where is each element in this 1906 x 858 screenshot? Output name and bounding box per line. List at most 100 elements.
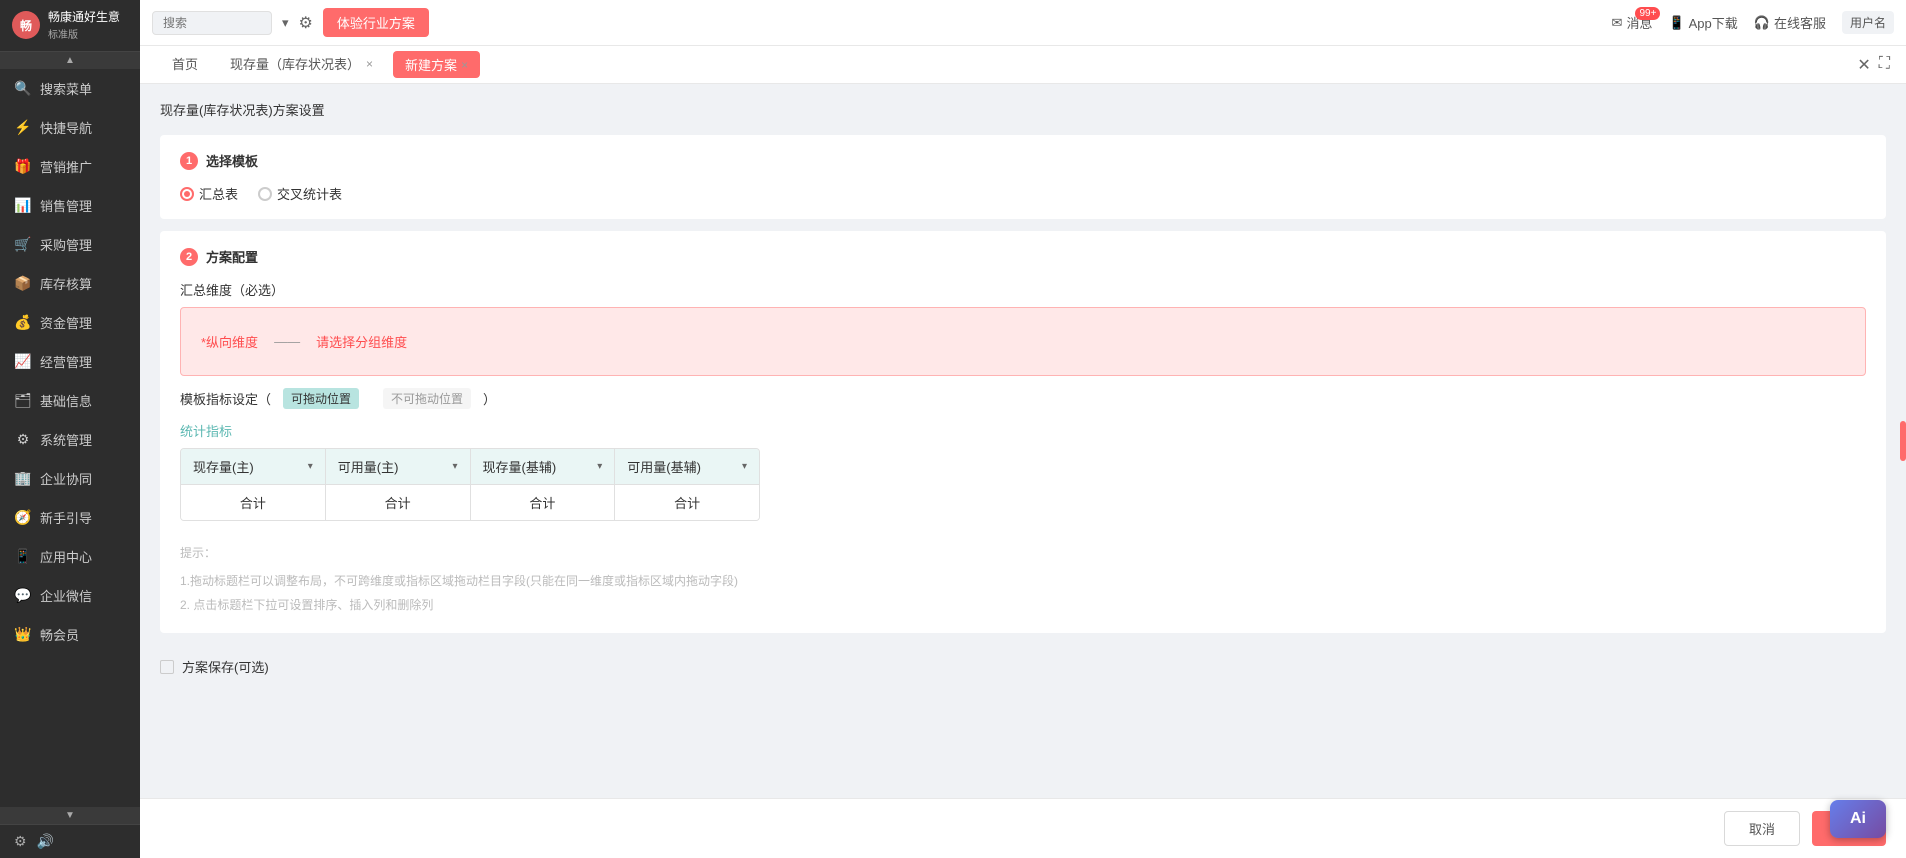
- sidebar-item-member[interactable]: 👑 畅会员: [0, 615, 140, 654]
- stats-col-1-header[interactable]: 现存量(主) ▾: [181, 449, 326, 484]
- service-icon: 🎧: [1754, 15, 1770, 31]
- sidebar-item-sys-mgmt[interactable]: ⚙ 系统管理: [0, 420, 140, 459]
- sidebar-item-quick-nav[interactable]: ⚡ 快捷导航: [0, 108, 140, 147]
- sidebar-logo: 畅 畅康通好生意 标准版: [0, 0, 140, 52]
- tab-inventory-close-icon[interactable]: ×: [366, 57, 373, 71]
- service-btn[interactable]: 🎧 在线客服: [1754, 13, 1826, 32]
- topbar: ▾ ⚙ 体验行业方案 ✉ 消息 99+ 📱 App下载 🎧 在线客服 用户名: [140, 0, 1906, 46]
- user-profile[interactable]: 用户名: [1842, 11, 1894, 34]
- sidebar-item-label: 系统管理: [40, 430, 92, 449]
- settings-icon[interactable]: ⚙: [14, 833, 27, 850]
- enterprise-icon: 🏢: [14, 469, 32, 487]
- radio-summary[interactable]: 汇总表: [180, 184, 238, 203]
- tab-home-label: 首页: [172, 54, 198, 73]
- tips-section: 提示： 1.拖动标题栏可以调整布局，不可跨维度或指标区域拖动栏目字段(只能在同一…: [180, 541, 1866, 617]
- tabs-close-icon[interactable]: ✕: [1857, 55, 1870, 75]
- sidebar-item-enterprise[interactable]: 🏢 企业协同: [0, 459, 140, 498]
- ai-button[interactable]: Ai: [1830, 800, 1886, 838]
- indicator-settings-row: 模板指标设定（ 可拖动位置 不可拖动位置 ）: [180, 388, 1866, 409]
- stats-cell-1-4: 合计: [615, 485, 759, 520]
- sidebar-item-label: 快捷导航: [40, 118, 92, 137]
- sidebar-item-wechat[interactable]: 💬 企业微信: [0, 576, 140, 615]
- stats-col-2-label: 可用量(主): [338, 457, 399, 476]
- app-center-icon: 📱: [14, 547, 32, 565]
- section-1: 1 选择模板 汇总表 交叉统计表: [160, 135, 1886, 219]
- operation-icon: 📈: [14, 352, 32, 370]
- stats-col-3-label: 现存量(基辅): [483, 457, 557, 476]
- app-download-btn[interactable]: 📱 App下载: [1668, 13, 1737, 32]
- sidebar-scroll-up[interactable]: ▲: [0, 52, 140, 69]
- tab-new-plan[interactable]: 新建方案 ×: [393, 51, 480, 78]
- page-title: 现存量(库存状况表)方案设置: [160, 100, 1886, 119]
- tip-1: 1.拖动标题栏可以调整布局，不可跨维度或指标区域拖动栏目字段(只能在同一维度或指…: [180, 569, 1866, 593]
- gear-icon[interactable]: ⚙: [299, 13, 313, 33]
- stats-col-2-header[interactable]: 可用量(主) ▾: [326, 449, 471, 484]
- tab-bar: 首页 现存量（库存状况表） × 新建方案 × ✕ ⛶: [140, 46, 1906, 84]
- tip-2: 2. 点击标题栏下拉可设置排序、插入列和删除列: [180, 593, 1866, 617]
- sidebar-item-operation[interactable]: 📈 经营管理: [0, 342, 140, 381]
- dropdown-icon[interactable]: ▾: [282, 15, 289, 31]
- stats-header-row: 现存量(主) ▾ 可用量(主) ▾ 现存量(基辅) ▾: [181, 449, 759, 484]
- sidebar-item-label: 搜索菜单: [40, 79, 92, 98]
- radio-cross[interactable]: 交叉统计表: [258, 184, 342, 203]
- sidebar: 畅 畅康通好生意 标准版 ▲ 🔍 搜索菜单 ⚡ 快捷导航 🎁 营销推广 📊 销售…: [0, 0, 140, 858]
- stats-table: 现存量(主) ▾ 可用量(主) ▾ 现存量(基辅) ▾: [180, 448, 760, 521]
- sidebar-item-sales[interactable]: 📊 销售管理: [0, 186, 140, 225]
- section-2-header: 2 方案配置: [180, 247, 1866, 266]
- radio-cross-dot: [258, 187, 272, 201]
- sidebar-item-purchase[interactable]: 🛒 采购管理: [0, 225, 140, 264]
- save-checkbox[interactable]: [160, 660, 174, 674]
- sidebar-item-newbie[interactable]: 🧭 新手引导: [0, 498, 140, 537]
- search-menu-icon: 🔍: [14, 79, 32, 97]
- sidebar-item-label: 畅会员: [40, 625, 79, 644]
- trial-btn[interactable]: 体验行业方案: [323, 8, 429, 37]
- col-1-chevron-icon: ▾: [308, 461, 313, 472]
- sidebar-item-basic-info[interactable]: 🗂 基础信息: [0, 381, 140, 420]
- dimension-required-label: 汇总维度（必选）: [180, 280, 1866, 299]
- sidebar-item-search-menu[interactable]: 🔍 搜索菜单: [0, 69, 140, 108]
- dimension-row[interactable]: *纵向维度 —— 请选择分组维度: [180, 307, 1866, 376]
- radio-summary-dot: [180, 187, 194, 201]
- stats-col-4-header[interactable]: 可用量(基辅) ▾: [615, 449, 759, 484]
- indicator-settings: 模板指标设定（ 可拖动位置 不可拖动位置 ） 统计指标 现存量(主) ▾: [180, 388, 1866, 617]
- content-area: 现存量(库存状况表)方案设置 1 选择模板 汇总表 交叉统计表 2: [140, 84, 1906, 798]
- tab-new-plan-close-icon[interactable]: ×: [461, 58, 468, 72]
- sidebar-item-inventory[interactable]: 📦 库存核算: [0, 264, 140, 303]
- stats-title: 统计指标: [180, 421, 1866, 440]
- sidebar-item-label: 营销推广: [40, 157, 92, 176]
- member-icon: 👑: [14, 625, 32, 643]
- tab-inventory-status[interactable]: 现存量（库存状况表） ×: [214, 46, 389, 83]
- sales-icon: 📊: [14, 196, 32, 214]
- template-radio-group: 汇总表 交叉统计表: [180, 184, 1866, 203]
- msg-btn[interactable]: ✉ 消息 99+: [1612, 13, 1653, 32]
- vertical-required-label: *纵向维度: [201, 332, 258, 351]
- cancel-button[interactable]: 取消: [1724, 811, 1800, 846]
- stats-col-3-header[interactable]: 现存量(基辅) ▾: [471, 449, 616, 484]
- sidebar-item-label: 基础信息: [40, 391, 92, 410]
- radio-cross-label: 交叉统计表: [277, 184, 342, 203]
- radio-summary-label: 汇总表: [199, 184, 238, 203]
- tab-home[interactable]: 首页: [156, 46, 214, 83]
- tabs-expand-icon[interactable]: ⛶: [1879, 55, 1890, 75]
- right-scroll-indicator: [1900, 421, 1906, 461]
- newbie-icon: 🧭: [14, 508, 32, 526]
- section-1-label: 选择模板: [206, 151, 258, 170]
- sidebar-scroll-down[interactable]: ▼: [0, 807, 140, 824]
- sidebar-item-app-center[interactable]: 📱 应用中心: [0, 537, 140, 576]
- basic-info-icon: 🗂: [14, 391, 32, 409]
- stats-data-row-1: 合计 合计 合计 合计: [181, 484, 759, 520]
- sidebar-item-marketing[interactable]: 🎁 营销推广: [0, 147, 140, 186]
- close-paren: ）: [483, 389, 496, 408]
- topbar-right: ✉ 消息 99+ 📱 App下载 🎧 在线客服 用户名: [1612, 11, 1894, 34]
- sys-mgmt-icon: ⚙: [14, 430, 32, 448]
- section-1-header: 1 选择模板: [180, 151, 1866, 170]
- sidebar-item-finance[interactable]: 💰 资金管理: [0, 303, 140, 342]
- search-input[interactable]: [152, 11, 272, 35]
- app-icon: 📱: [1668, 15, 1684, 31]
- draggable-badge: 可拖动位置: [283, 388, 359, 409]
- tab-inventory-status-label: 现存量（库存状况表）: [230, 54, 360, 73]
- logo-icon: 畅: [12, 11, 40, 39]
- speaker-icon[interactable]: 🔊: [37, 833, 54, 850]
- indicator-label: 模板指标设定（: [180, 389, 271, 408]
- stats-col-1-label: 现存量(主): [193, 457, 254, 476]
